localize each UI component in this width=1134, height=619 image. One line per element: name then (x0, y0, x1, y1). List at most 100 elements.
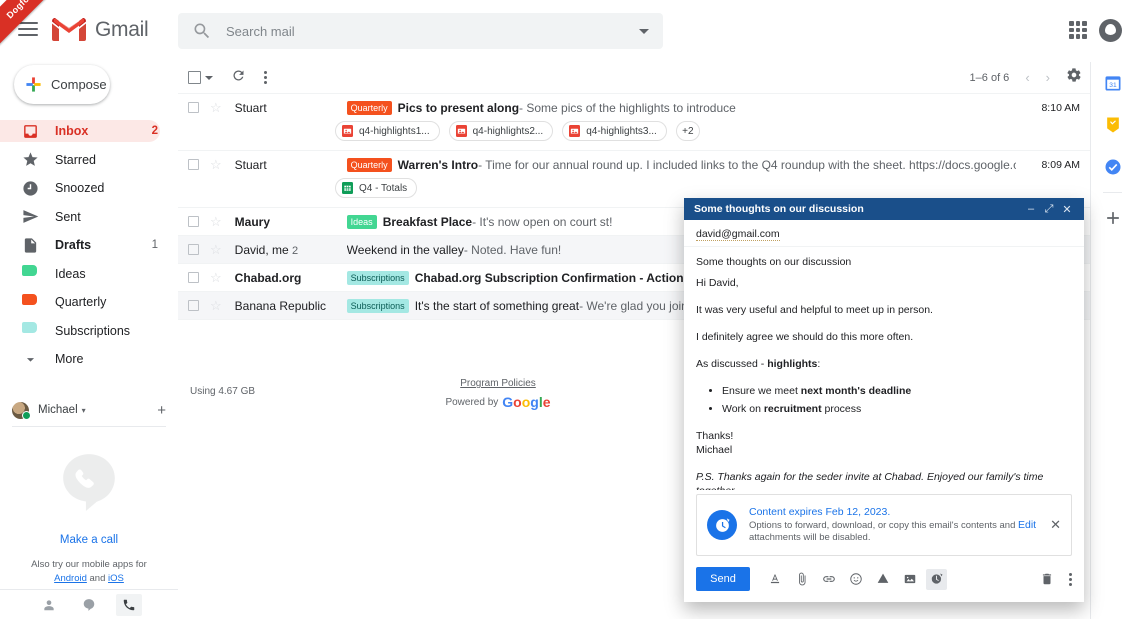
phone-icon (63, 454, 115, 511)
sidebar-item-more[interactable]: More (0, 348, 160, 370)
compose-header[interactable]: Some thoughts on our discussion – ⤢ ✕ (684, 198, 1084, 220)
insert-photo-icon[interactable] (899, 569, 920, 590)
attachment-chip[interactable]: q4-highlights2... (448, 121, 554, 141)
row-sender: Stuart (234, 157, 267, 172)
attachment-chip[interactable]: Q4 - Totals (335, 178, 418, 198)
select-all-checkbox[interactable] (188, 71, 201, 84)
label-chip[interactable]: Ideas (346, 214, 377, 229)
subject-text: Warren's Intro (397, 157, 479, 172)
google-drive-icon[interactable] (872, 569, 893, 590)
contacts-tab-icon[interactable] (36, 594, 62, 616)
label-chip[interactable]: Quarterly (346, 100, 392, 115)
new-conversation-icon[interactable]: + (157, 402, 166, 419)
tasks-icon[interactable] (1103, 157, 1123, 177)
compose-button[interactable]: Compose (14, 65, 110, 104)
expand-icon[interactable]: ⤢ (1040, 200, 1058, 218)
body-ps: P.S. Thanks again for the seder invite a… (696, 470, 1072, 490)
star-icon[interactable]: ☆ (210, 242, 222, 258)
discard-draft-icon[interactable] (1036, 569, 1057, 590)
star-icon[interactable]: ☆ (210, 270, 222, 286)
sender-name: David, me (234, 242, 289, 257)
next-page-icon[interactable]: › (1046, 70, 1050, 85)
more-options-icon[interactable] (264, 71, 267, 84)
compose-to-field[interactable]: david@gmail.com (684, 220, 1084, 247)
bullet2-suffix: process (821, 403, 862, 415)
para3-prefix: As discussed - (696, 358, 768, 370)
confidential-mode-icon[interactable] (926, 568, 947, 590)
row-checkbox[interactable] (188, 159, 199, 170)
subject-text: Breakfast Place (382, 214, 473, 229)
sidebar-item-inbox[interactable]: Inbox 2 (0, 120, 160, 142)
close-icon[interactable]: ✕ (1058, 200, 1076, 218)
sidebar-item-sent[interactable]: Sent (0, 206, 160, 228)
more-options-icon[interactable] (1069, 572, 1072, 586)
bullet1-bold: next month's deadline (800, 385, 912, 397)
attachment-name: Q4 - Totals (359, 182, 408, 194)
label-chip[interactable]: Subscriptions (346, 298, 409, 313)
sidebar-item-drafts[interactable]: Drafts 1 (0, 234, 160, 256)
row-checkbox[interactable] (188, 272, 199, 283)
format-text-icon[interactable] (764, 569, 785, 590)
close-icon[interactable]: ✕ (1050, 517, 1061, 533)
account-avatar[interactable] (1099, 19, 1122, 42)
compose-subject-field[interactable]: Some thoughts on our discussion (684, 247, 1084, 273)
android-link[interactable]: Android (54, 573, 87, 584)
insert-emoji-icon[interactable] (845, 569, 866, 590)
row-checkbox[interactable] (188, 300, 199, 311)
chevron-down-icon[interactable]: ▾ (82, 406, 86, 415)
minimize-icon[interactable]: – (1022, 200, 1040, 218)
star-icon[interactable]: ☆ (210, 157, 222, 173)
compose-toolbar: Send (684, 556, 1084, 602)
sidebar-item-quarterly[interactable]: Quarterly (0, 291, 160, 313)
search-input[interactable] (226, 23, 639, 39)
make-a-call-link[interactable]: Make a call (0, 534, 178, 546)
row-checkbox[interactable] (188, 216, 199, 227)
conversations-tab-icon[interactable] (76, 594, 102, 616)
attach-file-icon[interactable] (791, 569, 812, 590)
gear-icon[interactable] (1066, 67, 1082, 88)
table-row[interactable]: ☆ Stuart Quarterly Pics to present along… (178, 94, 1090, 151)
keep-slot (1091, 104, 1134, 146)
image-file-icon (569, 125, 581, 137)
select-options-chevron-down-icon[interactable] (205, 75, 213, 80)
ios-link[interactable]: iOS (108, 573, 124, 584)
calendar-icon[interactable]: 31 (1103, 73, 1123, 93)
star-icon (22, 151, 39, 168)
star-icon[interactable]: ☆ (210, 100, 222, 116)
refresh-button[interactable] (231, 68, 246, 88)
previous-page-icon[interactable]: ‹ (1025, 70, 1029, 85)
list-item: Work on recruitment process (722, 402, 1072, 416)
row-checkbox[interactable] (188, 102, 199, 113)
sidebar-item-ideas[interactable]: Ideas (0, 263, 160, 285)
compose-body[interactable]: Hi David, It was very useful and helpful… (684, 273, 1084, 490)
search-options-chevron-down-icon[interactable] (639, 28, 649, 34)
avatar[interactable] (12, 401, 31, 420)
phone-tab-icon[interactable] (116, 593, 142, 616)
google-apps-icon[interactable] (1069, 21, 1087, 39)
sidebar-item-snoozed[interactable]: Snoozed (0, 177, 160, 199)
edit-confidential-button[interactable]: Edit (1018, 519, 1036, 531)
row-checkbox[interactable] (188, 244, 199, 255)
keep-icon[interactable] (1103, 115, 1123, 135)
add-ons-icon[interactable] (1103, 208, 1123, 228)
attachment-chip[interactable]: q4-highlights3... (562, 121, 667, 141)
star-icon[interactable]: ☆ (210, 214, 222, 230)
search-bar[interactable] (178, 13, 663, 49)
send-button[interactable]: Send (696, 567, 750, 591)
attachment-more-count[interactable]: +2 (675, 121, 700, 141)
insert-link-icon[interactable] (818, 569, 839, 590)
label-chip[interactable]: Subscriptions (346, 270, 409, 285)
chevron-down-icon (22, 351, 39, 368)
main-menu-icon[interactable] (18, 22, 38, 38)
label-icon (22, 265, 39, 282)
send-icon (22, 208, 39, 225)
pagination-range: 1–6 of 6 (969, 71, 1010, 84)
label-chip[interactable]: Quarterly (346, 157, 392, 172)
sidebar-item-starred[interactable]: Starred (0, 149, 160, 171)
hangouts-user-name: Michael (38, 404, 78, 416)
star-icon[interactable]: ☆ (210, 298, 222, 314)
sidebar-item-subscriptions[interactable]: Subscriptions (0, 320, 160, 342)
sidebar-item-label: Sent (55, 209, 81, 224)
gmail-logo: Gmail (52, 17, 149, 43)
attachment-chip[interactable]: q4-highlights1... (335, 121, 440, 141)
